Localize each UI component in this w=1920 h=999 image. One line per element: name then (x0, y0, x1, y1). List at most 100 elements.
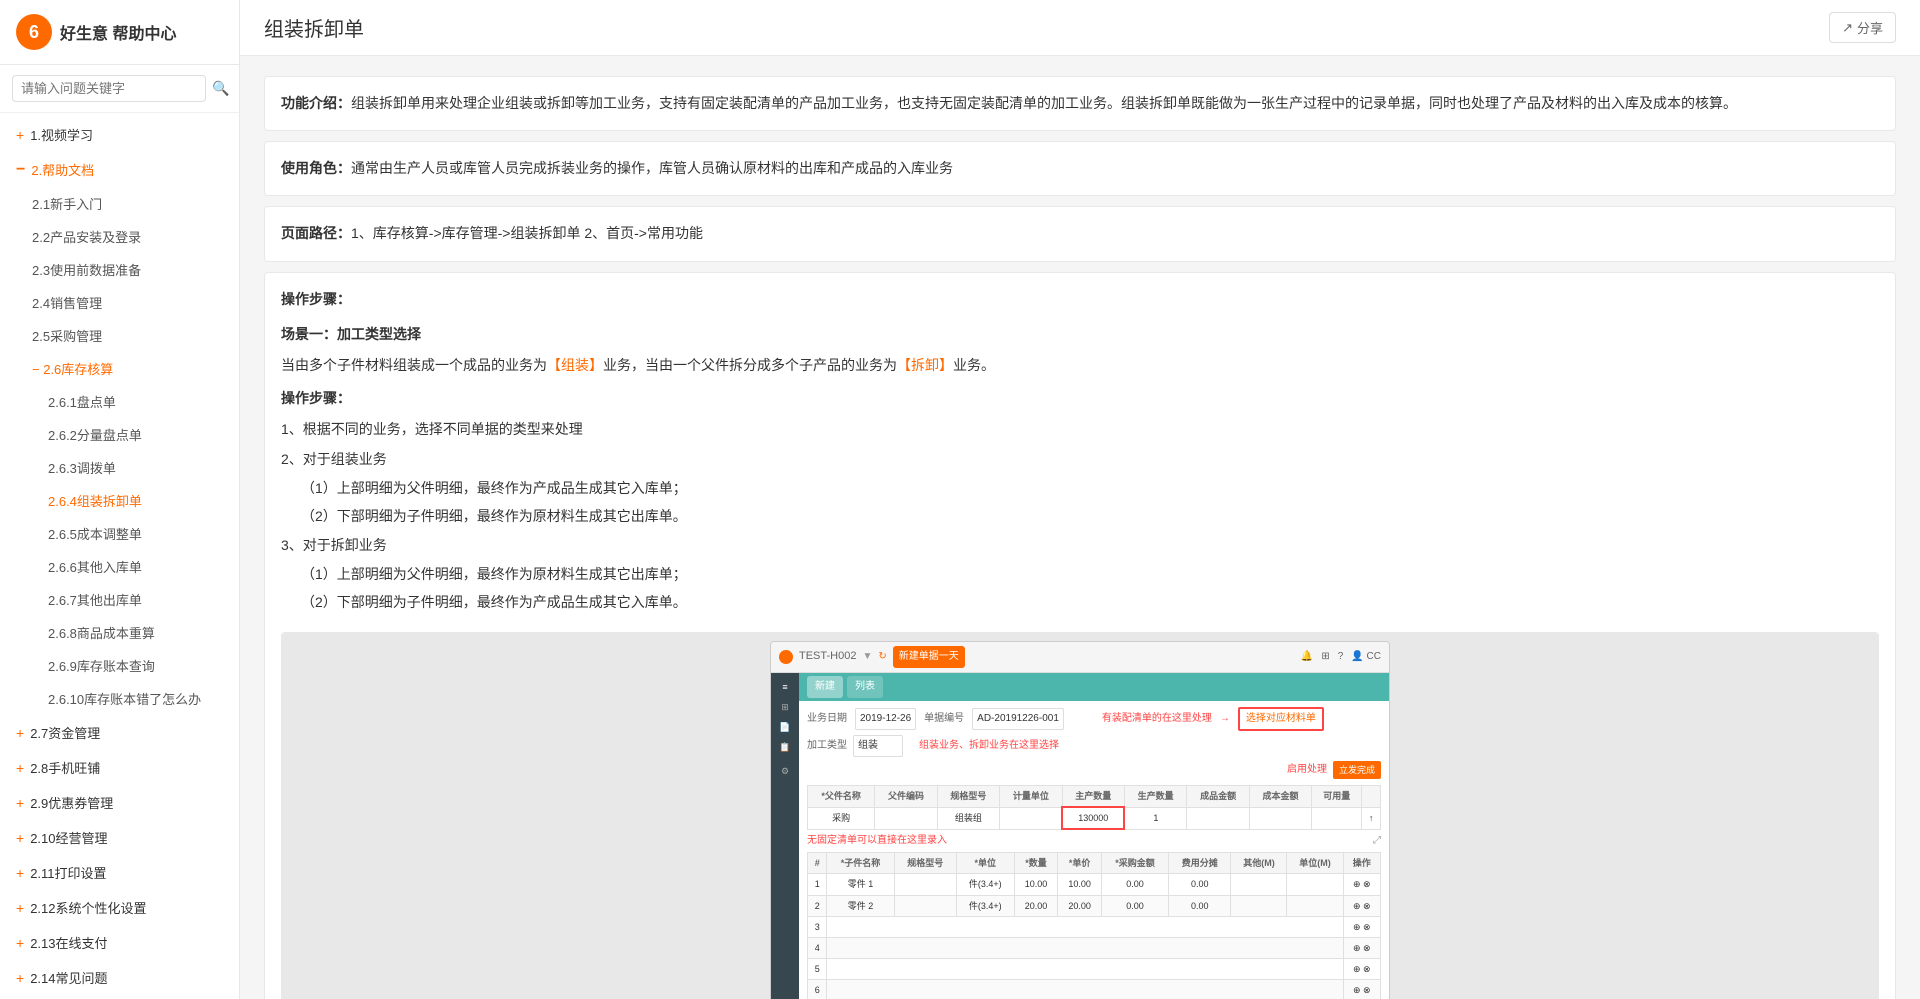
plus-icon-2-9: + (16, 795, 24, 811)
annotation5-text: 无固定清单可以直接在这里录入 (807, 832, 947, 850)
sidebar-sub-2-6-6[interactable]: 2.6.6其他入库单 (0, 550, 239, 583)
icon-apps: ⊞ (1321, 648, 1329, 666)
sidebar-sub-2-6-1[interactable]: 2.6.1盘点单 (0, 385, 239, 418)
ops-label: 操作步骤： (281, 287, 1879, 312)
plus-icon-2-11: + (16, 865, 24, 881)
btr5-op: ⊕ ⊗ (1343, 959, 1380, 980)
icon-user: 👤 CC (1351, 648, 1381, 666)
btr1-name: 零件 1 (827, 874, 894, 895)
th-col4: 计量单位 (1000, 785, 1062, 807)
sidebar-sub-2-6-9[interactable]: 2.6.9库存账本查询 (0, 649, 239, 682)
annotation3-text: 组装业务、拆卸业务在这里选择 (919, 737, 1059, 755)
btr4-op: ⊕ ⊗ (1343, 937, 1380, 958)
role-label: 使用角色： (281, 160, 351, 176)
btr1-price: 10.00 (1058, 874, 1102, 895)
search-icon[interactable]: 🔍 (212, 80, 229, 97)
btr2-spec (894, 895, 956, 916)
sidebar-sub-2-3[interactable]: 2.3使用前数据准备 (0, 253, 239, 286)
step2-sub1: （1）上部明细为父件明细，最终作为产成品生成其它入库单； (301, 476, 1879, 501)
search-input[interactable] (12, 75, 206, 102)
sidebar-item-2-13[interactable]: + 2.13在线支付 (0, 925, 239, 960)
btr2-fee: 0.00 (1169, 895, 1231, 916)
btr5-empty (827, 959, 1343, 980)
annotation1-text: 有装配清单的在这里处理 (1102, 710, 1212, 728)
share-label: 分享 (1857, 18, 1883, 37)
type-label: 加工类型 (807, 737, 847, 755)
share-button[interactable]: ↗ 分享 (1829, 12, 1896, 43)
sidebar-sub-2-6-3[interactable]: 2.6.3调拨单 (0, 451, 239, 484)
sidebar-sub-2-6-8[interactable]: 2.6.8商品成本重算 (0, 616, 239, 649)
plus-icon-2-8: + (16, 760, 24, 776)
sidebar-item-2-12-label: 2.12系统个性化设置 (30, 898, 146, 917)
minus-icon-2: − (16, 161, 25, 179)
steps-block: 操作步骤： 场景一：加工类型选择 当由多个子件材料组装成一个成品的业务为【组装】… (264, 272, 1896, 999)
annotation-button: 选择对应材料单 (1238, 707, 1324, 731)
scenario1-title: 场景一：加工类型选择 (281, 322, 1879, 347)
tab-list[interactable]: 列表 (847, 676, 883, 698)
content-area: 功能介绍：组装拆卸单用来处理企业组装或拆卸等加工业务，支持有固定装配清单的产品加… (240, 56, 1920, 999)
sidebar-item-2-15[interactable]: + 2.15操作案例 (0, 995, 239, 999)
sidebar-sub-2-2[interactable]: 2.2产品安装及登录 (0, 220, 239, 253)
td-avail (1312, 807, 1362, 829)
th-col3: 规格型号 (937, 785, 999, 807)
btr3-op: ⊕ ⊗ (1343, 916, 1380, 937)
th-col9: 可用量 (1312, 785, 1362, 807)
step3-sub1: （1）上部明细为父件明细，最终作为原材料生成其它出库单； (301, 562, 1879, 587)
tab-new[interactable]: 新建 (807, 676, 843, 698)
bth-col8: 其他(M) (1231, 853, 1287, 874)
share-icon: ↗ (1842, 20, 1853, 36)
bth-col7: 费用分摊 (1169, 853, 1231, 874)
sidebar-item-2-14[interactable]: + 2.14常见问题 (0, 960, 239, 995)
sidebar-item-2-14-label: 2.14常见问题 (30, 968, 107, 987)
sidebar-item-2-7[interactable]: + 2.7资金管理 (0, 715, 239, 750)
td-name: 采购 (808, 807, 875, 829)
top-bar: 组装拆卸单 ↗ 分享 (240, 0, 1920, 56)
sidebar: 6 好生意 帮助中心 🔍 + 1.视频学习 − 2.帮助文档 2.1新手入门 2… (0, 0, 240, 999)
btr3-empty (827, 916, 1343, 937)
new-btn[interactable]: 新建单据一天 (893, 646, 965, 668)
minus-icon-2-6: − (32, 362, 40, 377)
sidebar-item-2-9[interactable]: + 2.9优惠券管理 (0, 785, 239, 820)
ops-steps-label: 操作步骤： (281, 386, 1879, 411)
sync-icon: ↻ (878, 648, 886, 666)
nav-icon-2: ⊞ (781, 699, 789, 715)
step3: 3、对于拆卸业务 (281, 533, 1879, 558)
sidebar-sub-2-6-10[interactable]: 2.6.10库存账本错了怎么办 (0, 682, 239, 715)
bth-col2: 规格型号 (894, 853, 956, 874)
sidebar-item-1[interactable]: + 1.视频学习 (0, 117, 239, 152)
btr2-unit2 (1287, 895, 1343, 916)
sidebar-sub-2-6-5[interactable]: 2.6.5成本调整单 (0, 517, 239, 550)
nav-icon-1: ≡ (782, 679, 787, 695)
sidebar-item-2-10[interactable]: + 2.10经营管理 (0, 820, 239, 855)
btr6-num: 6 (808, 980, 827, 999)
sidebar-sub-2-6-2[interactable]: 2.6.2分量盘点单 (0, 418, 239, 451)
btr1-other (1231, 874, 1287, 895)
th-col8: 成本金额 (1249, 785, 1311, 807)
btr6-empty (827, 980, 1343, 999)
step1: 1、根据不同的业务，选择不同单据的类型来处理 (281, 417, 1879, 442)
logo-bar: 6 好生意 帮助中心 (0, 0, 239, 65)
form-date-val: 2019-12-26 (855, 708, 916, 730)
td-spec: 组装组 (937, 807, 999, 829)
plus-icon-2-10: + (16, 830, 24, 846)
app-mockup: TEST-H002 ▼ ↻ 新建单据一天 🔔 ⊞ ? 👤 CC (770, 641, 1390, 999)
scenario1-desc: 当由多个子件材料组装成一个成品的业务为【组装】业务，当由一个父件拆分成多个子产品… (281, 353, 1879, 378)
btr2-other (1231, 895, 1287, 916)
sidebar-sub-2-1[interactable]: 2.1新手入门 (0, 187, 239, 220)
role-text: 通常由生产人员或库管人员完成拆装业务的操作，库管人员确认原材料的出库和产成品的入… (351, 160, 953, 176)
enable-btn[interactable]: 立发完成 (1333, 761, 1381, 779)
sidebar-sub-2-6-7[interactable]: 2.6.7其他出库单 (0, 583, 239, 616)
role-block: 使用角色：通常由生产人员或库管人员完成拆装业务的操作，库管人员确认原材料的出库和… (264, 141, 1896, 196)
sidebar-item-2-12[interactable]: + 2.12系统个性化设置 (0, 890, 239, 925)
sidebar-item-2[interactable]: − 2.帮助文档 (0, 152, 239, 187)
sidebar-sub-2-5[interactable]: 2.5采购管理 (0, 319, 239, 352)
sidebar-sub-2-6[interactable]: − 2.6库存核算 (0, 352, 239, 385)
link-assemble: 【组装】 (547, 357, 603, 373)
th-col1: *父件名称 (808, 785, 875, 807)
sidebar-sub-2-6-4[interactable]: 2.6.4组装拆卸单 (0, 484, 239, 517)
btr6-op: ⊕ ⊗ (1343, 980, 1380, 999)
sidebar-sub-2-4[interactable]: 2.4销售管理 (0, 286, 239, 319)
sidebar-item-2-11[interactable]: + 2.11打印设置 (0, 855, 239, 890)
sidebar-item-2-8[interactable]: + 2.8手机旺铺 (0, 750, 239, 785)
step2-sub2: （2）下部明细为子件明细，最终作为原材料生成其它出库单。 (301, 504, 1879, 529)
